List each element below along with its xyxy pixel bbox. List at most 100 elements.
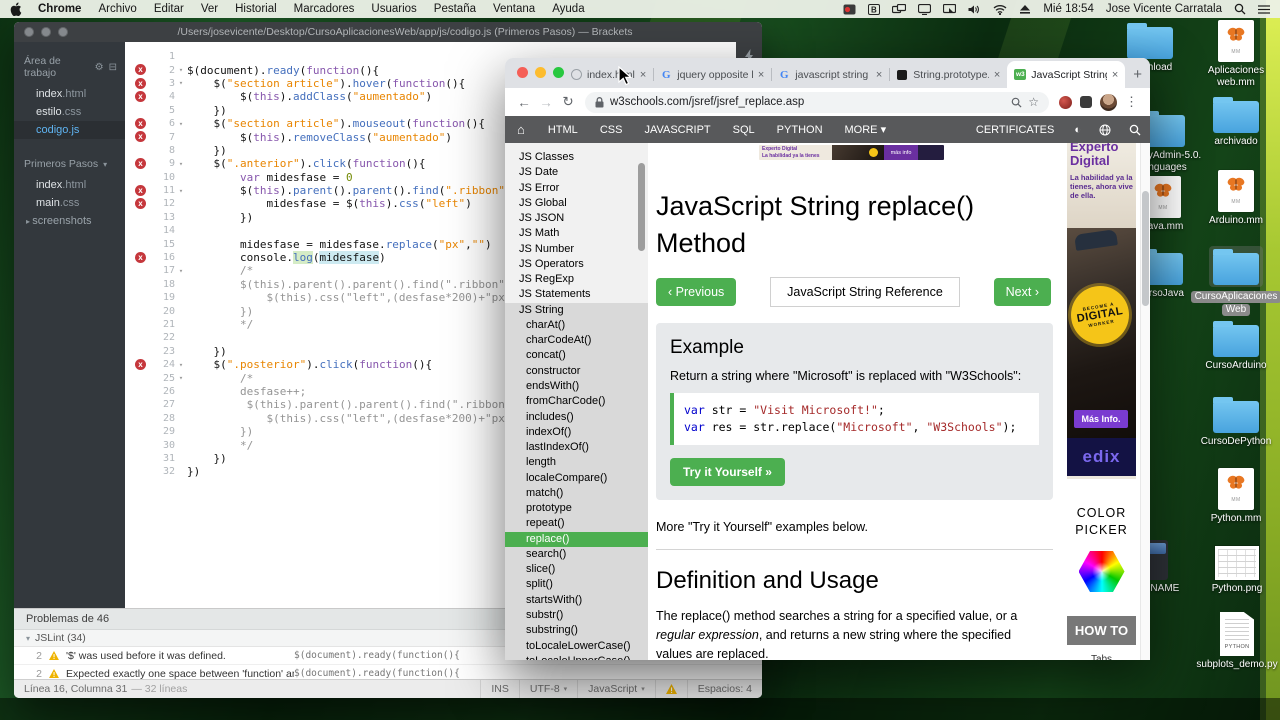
sidebar-item-js-regexp[interactable]: JS RegExp [505,272,648,287]
nav-javascript[interactable]: JAVASCRIPT [633,124,721,136]
tab-close-icon[interactable]: × [640,69,646,81]
menu-ayuda[interactable]: Ayuda [552,3,584,15]
sidebar-item-charcodeat[interactable]: charCodeAt() [505,333,648,349]
forward-button[interactable]: → [535,95,557,110]
chrome-menu-icon[interactable]: ⋮ [1125,94,1138,110]
extensions-icon[interactable] [1080,96,1092,108]
fold-arrow-icon[interactable]: ▾ [175,120,187,128]
sidebar-item-search[interactable]: search() [505,546,648,563]
close-button[interactable] [24,27,34,37]
sidebar-item-includes[interactable]: includes() [505,409,648,425]
code-text[interactable]: $(this).removeClass("aumentado") [187,131,452,144]
desktop-icon-subplots-demo-py[interactable]: PYTHON subplots_demo.py [1185,612,1280,671]
banner-ad-cta[interactable]: más info [884,145,918,160]
code-text[interactable]: }) [187,144,226,157]
spotlight-search-icon[interactable] [1234,3,1246,15]
tab-string-prototype[interactable]: String.prototype. × [889,61,1007,88]
code-text[interactable]: midesfase = $(this).css("left") [187,197,471,210]
volume-icon[interactable] [968,4,981,15]
project-header[interactable]: Primeros Pasos ▾ [14,155,125,176]
lint-error-icon[interactable]: x [135,77,146,89]
sidebar-item-endswith[interactable]: endsWith() [505,378,648,395]
desktop-icon-python-png[interactable]: Python.png [1185,546,1280,595]
sidebar-item-constructor[interactable]: constructor [505,363,648,379]
banner-ad[interactable]: Experto Digital La habilidad ya la tiene… [759,145,944,160]
lint-error-icon[interactable]: x [135,184,146,196]
sidebar-item-tolocalelowercase[interactable]: toLocaleLowerCase() [505,638,648,654]
url-text[interactable]: w3schools.com/jsref/jsref_replace.asp [610,96,1005,108]
menu-archivo[interactable]: Archivo [98,3,136,15]
menubar-user[interactable]: Jose Vicente Carratala [1106,3,1222,15]
sidebar-item-js-string[interactable]: JS String [505,302,648,318]
code-text[interactable]: /* [187,264,253,277]
sidebar-item-charat[interactable]: charAt() [505,317,648,334]
menu-historial[interactable]: Historial [235,3,277,15]
sidebar-scrollbar-thumb[interactable] [638,163,645,251]
sidebar-item-startswith[interactable]: startsWith() [505,592,648,608]
sidebar-item-substr[interactable]: substr() [505,607,648,624]
code-text[interactable]: $(this).css("left",(desfase*200)+"px" [187,291,511,304]
eject-icon[interactable] [1019,4,1031,15]
gear-icon[interactable]: ⚙ [95,62,104,73]
boom-app-icon[interactable]: B [868,3,881,15]
code-text[interactable]: }) [187,305,253,318]
code-text[interactable]: $("section article").mouseout(function()… [187,117,485,130]
adblock-extension-icon[interactable] [1059,95,1072,109]
sidebar-item-lastindexof[interactable]: lastIndexOf() [505,440,648,456]
menubar-clock[interactable]: Mié 18:54 [1043,3,1094,15]
globe-icon[interactable] [1090,124,1120,136]
tab-javascript-string-r[interactable]: Gjavascript string r × [771,61,889,88]
lint-error-icon[interactable]: x [135,358,146,370]
code-text[interactable]: }) [187,465,200,478]
nav-html[interactable]: HTML [537,124,589,136]
lint-error-icon[interactable]: x [135,91,146,103]
code-text[interactable]: $(".posterior").click(function(){ [187,358,432,371]
screen-mirroring-icon[interactable] [943,3,957,15]
new-tab-button[interactable]: + [1125,61,1150,88]
sidebar-item-js-json[interactable]: JS JSON [505,211,648,226]
desktop-icon-aplicaciones-web-mm[interactable]: MM Aplicaciones web.mm [1184,20,1280,89]
nav-python[interactable]: PYTHON [766,124,834,136]
nav-certificates[interactable]: CERTIFICATES [965,124,1065,136]
apple-icon[interactable] [10,2,24,16]
sidebar-item-concat[interactable]: concat() [505,348,648,364]
code-text[interactable]: $(this).addClass("aumentado") [187,90,432,103]
sidebar-item-js-date[interactable]: JS Date [505,165,648,180]
menu-usuarios[interactable]: Usuarios [371,3,416,15]
project-file-main-css[interactable]: main.css [14,194,125,212]
code-text[interactable]: $(this).parent().parent().find(".ribbon"… [187,184,512,197]
menu-marcadores[interactable]: Marcadores [294,3,355,15]
wifi-icon[interactable] [993,4,1007,15]
displays-icon[interactable] [892,3,907,15]
sidebar-item-tolocaleuppercase[interactable]: toLocaleUpperCase() [505,653,648,660]
tab-close-icon[interactable]: × [994,69,1000,81]
tab-close-icon[interactable]: × [758,69,764,81]
previous-button[interactable]: ‹ Previous [656,278,737,306]
sidebar-item-slice[interactable]: slice() [505,562,648,578]
code-text[interactable]: console.log(midesfase) [187,251,386,265]
menu-editar[interactable]: Editar [154,3,184,15]
lint-error-icon[interactable]: x [135,198,146,210]
notification-center-icon[interactable] [1258,4,1270,15]
fold-arrow-icon[interactable]: ▾ [175,79,187,87]
tab-index-html[interactable]: index.html × [563,61,653,88]
lint-error-icon[interactable]: x [135,131,146,143]
ad-cta-button[interactable]: Más Info. [1074,410,1128,428]
fold-arrow-icon[interactable]: ▾ [175,267,187,275]
code-text[interactable]: $(document).ready(function(){ [187,64,379,77]
sidebar-item-js-number[interactable]: JS Number [505,242,648,257]
sidebar-item-split[interactable]: split() [505,577,648,593]
fold-arrow-icon[interactable]: ▾ [175,361,187,369]
desktop-icon-cursodepython[interactable]: CursoDePython [1184,396,1280,448]
bookmark-star-icon[interactable]: ☆ [1028,95,1039,109]
code-text[interactable]: var midesfase = 0 [187,171,353,184]
sidebar-item-js-statements[interactable]: JS Statements [505,287,648,302]
lint-error-icon[interactable]: x [135,64,146,76]
encoding-select[interactable]: UTF-8 ▾ [518,680,577,698]
fold-arrow-icon[interactable]: ▾ [175,187,187,195]
brackets-titlebar[interactable]: /Users/josevicente/Desktop/CursoAplicaci… [14,22,762,42]
color-picker-hexagon[interactable] [1078,551,1125,592]
tab-javascript-string[interactable]: w3 JavaScript String × [1007,61,1126,88]
sidebar-item-js-operators[interactable]: JS Operators [505,257,648,272]
menu-chrome[interactable]: Chrome [38,3,81,15]
